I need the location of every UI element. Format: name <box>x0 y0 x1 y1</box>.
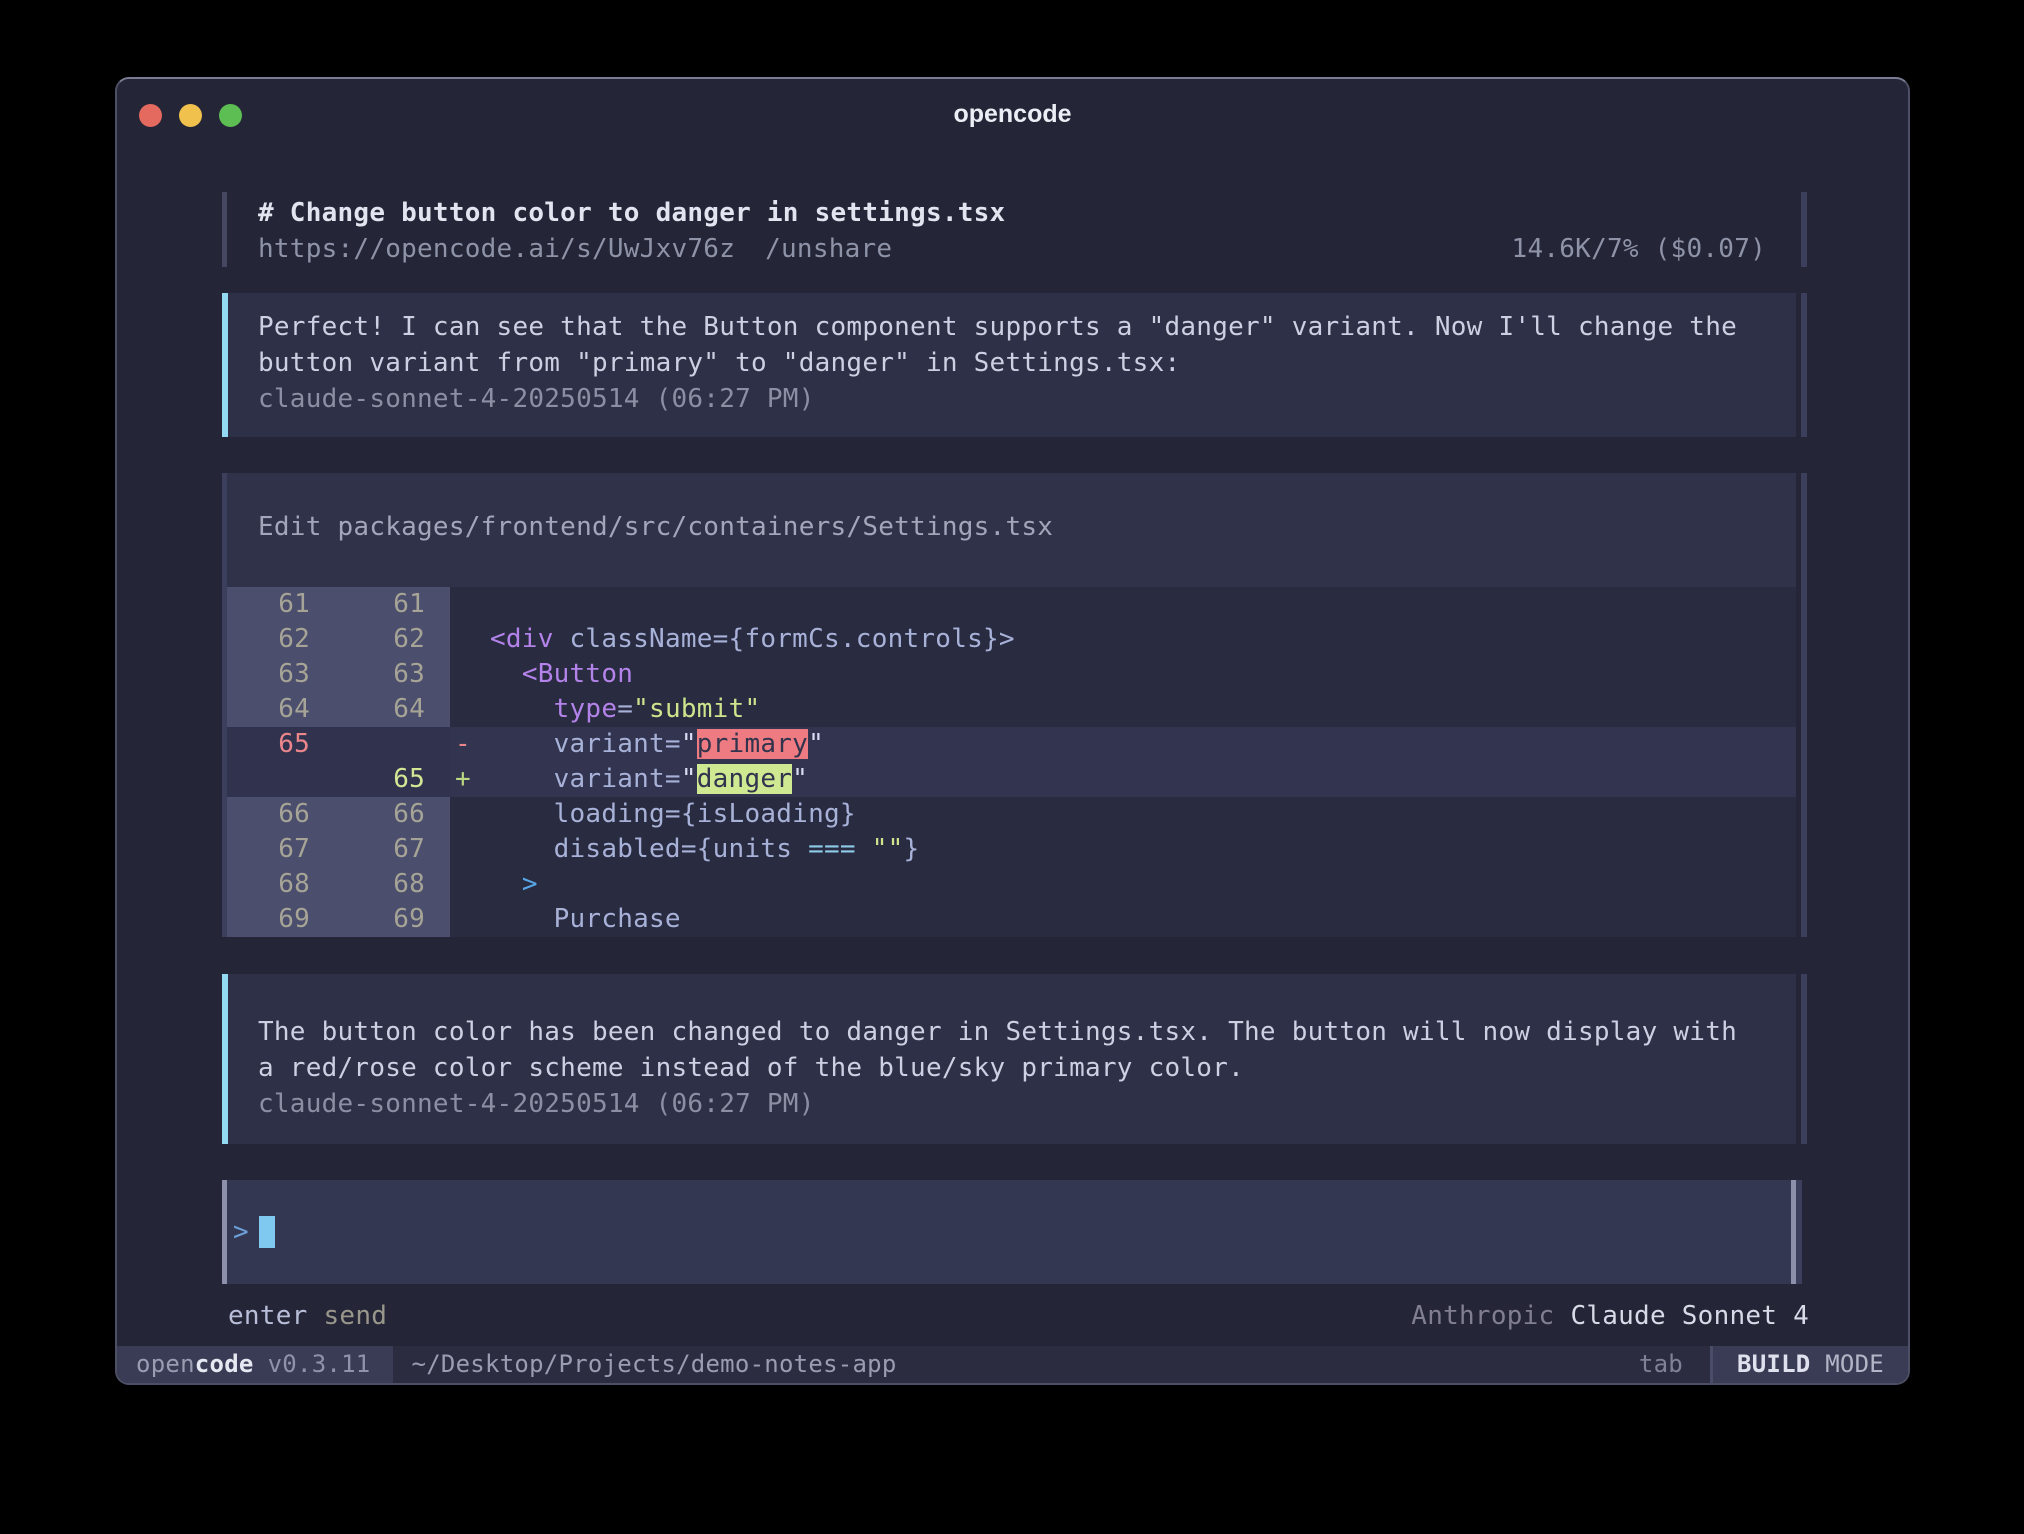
diff-sign: - <box>450 727 486 762</box>
diff-code-line <box>486 587 1796 622</box>
new-line-number: 65 <box>338 762 450 797</box>
model-indicator: Anthropic Claude Sonnet 4 <box>1411 1298 1809 1334</box>
diff-row: 6969 Purchase <box>227 902 1796 937</box>
app-version-segment: opencode v0.3.11 <box>117 1346 393 1383</box>
diff-sign <box>450 867 486 902</box>
diff-code-line: variant="danger" <box>486 762 1796 797</box>
model-label: Claude Sonnet 4 <box>1570 1301 1809 1331</box>
old-line-number: 66 <box>227 797 338 832</box>
message-model-meta: claude-sonnet-4-20250514 (06:27 PM) <box>258 1086 1766 1122</box>
traffic-lights <box>139 104 242 127</box>
old-line-number: 67 <box>227 832 338 867</box>
titlebar: opencode <box>117 79 1908 143</box>
new-line-number: 67 <box>338 832 450 867</box>
diff-row: 6767 disabled={units === ""} <box>227 832 1796 867</box>
diff-code-line: loading={isLoading} <box>486 797 1796 832</box>
diff-sign <box>450 622 486 657</box>
message-model-meta: claude-sonnet-4-20250514 (06:27 PM) <box>258 381 1766 417</box>
diff-row: 65+ variant="danger" <box>227 762 1796 797</box>
session-title: # Change button color to danger in setti… <box>258 195 1512 231</box>
text-cursor <box>259 1216 275 1248</box>
session-share-line: https://opencode.ai/s/UwJxv76z/unshare <box>258 231 1512 267</box>
new-line-number: 64 <box>338 692 450 727</box>
diff-code-line: <Button <box>486 657 1796 692</box>
diff-row: 6262 <div className={formCs.controls}> <box>227 622 1796 657</box>
enter-key-hint: enter <box>228 1301 308 1331</box>
old-line-number: 61 <box>227 587 338 622</box>
new-line-number: 68 <box>338 867 450 902</box>
old-line-number: 68 <box>227 867 338 902</box>
diff-sign <box>450 692 486 727</box>
app-name-regular: open <box>136 1350 195 1378</box>
new-line-number: 62 <box>338 622 450 657</box>
old-line-number: 65 <box>227 727 338 762</box>
token-usage: 14.6K/7% ($0.07) <box>1512 231 1796 267</box>
diff-sign <box>450 797 486 832</box>
diff-sign: + <box>450 762 486 797</box>
message-text-line: a red/rose color scheme instead of the b… <box>258 1050 1766 1086</box>
working-directory: ~/Desktop/Projects/demo-notes-app <box>412 1346 897 1383</box>
old-line-number: 62 <box>227 622 338 657</box>
tab-key-hint[interactable]: tab <box>1639 1346 1683 1383</box>
provider-label: Anthropic <box>1411 1301 1554 1331</box>
new-line-number: 66 <box>338 797 450 832</box>
assistant-message: The button color has been changed to dan… <box>222 974 1796 1144</box>
diff-sign <box>450 832 486 867</box>
diff-row: 65 - variant="primary" <box>227 727 1796 762</box>
send-label: send <box>324 1301 388 1331</box>
diff-row: 6464 type="submit" <box>227 692 1796 727</box>
message-text-line: Perfect! I can see that the Button compo… <box>258 309 1766 345</box>
old-line-number: 63 <box>227 657 338 692</box>
diff-row: 6666 loading={isLoading} <box>227 797 1796 832</box>
close-button[interactable] <box>139 104 162 127</box>
mode-suffix: MODE <box>1811 1350 1885 1378</box>
diff-sign <box>450 902 486 937</box>
opencode-window: opencode # Change button color to danger… <box>115 77 1910 1385</box>
message-text-line: button variant from "primary" to "danger… <box>258 345 1766 381</box>
diff-sign <box>450 587 486 622</box>
unshare-command[interactable]: /unshare <box>765 234 892 264</box>
mode-name: BUILD <box>1737 1350 1811 1378</box>
new-line-number: 61 <box>338 587 450 622</box>
diff-row: 6363 <Button <box>227 657 1796 692</box>
message-text-line: The button color has been changed to dan… <box>258 1014 1766 1050</box>
assistant-message: Perfect! I can see that the Button compo… <box>222 293 1796 437</box>
mode-segment[interactable]: BUILD MODE <box>1710 1346 1908 1383</box>
old-line-number <box>227 762 338 797</box>
send-hint: enter send <box>228 1298 387 1334</box>
diff-code-line: <div className={formCs.controls}> <box>486 622 1796 657</box>
edit-tool-title: Edit packages/frontend/src/containers/Se… <box>227 473 1796 587</box>
session-header: # Change button color to danger in setti… <box>222 192 1796 267</box>
status-bar: opencode v0.3.11 ~/Desktop/Projects/demo-… <box>117 1346 1908 1383</box>
diff-code-line: type="submit" <box>486 692 1796 727</box>
prompt-input[interactable]: > <box>222 1180 1796 1284</box>
old-line-number: 69 <box>227 902 338 937</box>
diff-sign <box>450 657 486 692</box>
minimize-button[interactable] <box>179 104 202 127</box>
zoom-button[interactable] <box>219 104 242 127</box>
new-line-number <box>338 727 450 762</box>
diff-code-line: > <box>486 867 1796 902</box>
diff-row: 6161 <box>227 587 1796 622</box>
diff-row: 6868 > <box>227 867 1796 902</box>
prompt-symbol: > <box>233 1214 249 1250</box>
diff-code-line: variant="primary" <box>486 727 1796 762</box>
diff-rows: 61616262 <div className={formCs.controls}… <box>227 587 1796 937</box>
share-url[interactable]: https://opencode.ai/s/UwJxv76z <box>258 234 735 264</box>
edit-tool-call: Edit packages/frontend/src/containers/Se… <box>222 473 1796 937</box>
hint-bar: enter send Anthropic Claude Sonnet 4 <box>222 1298 1809 1334</box>
window-title: opencode <box>117 79 1908 129</box>
diff-code-line: Purchase <box>486 902 1796 937</box>
new-line-number: 69 <box>338 902 450 937</box>
old-line-number: 64 <box>227 692 338 727</box>
new-line-number: 63 <box>338 657 450 692</box>
app-version: v0.3.11 <box>268 1350 371 1378</box>
diff-code-line: disabled={units === ""} <box>486 832 1796 867</box>
app-name-bold: code <box>195 1350 254 1378</box>
